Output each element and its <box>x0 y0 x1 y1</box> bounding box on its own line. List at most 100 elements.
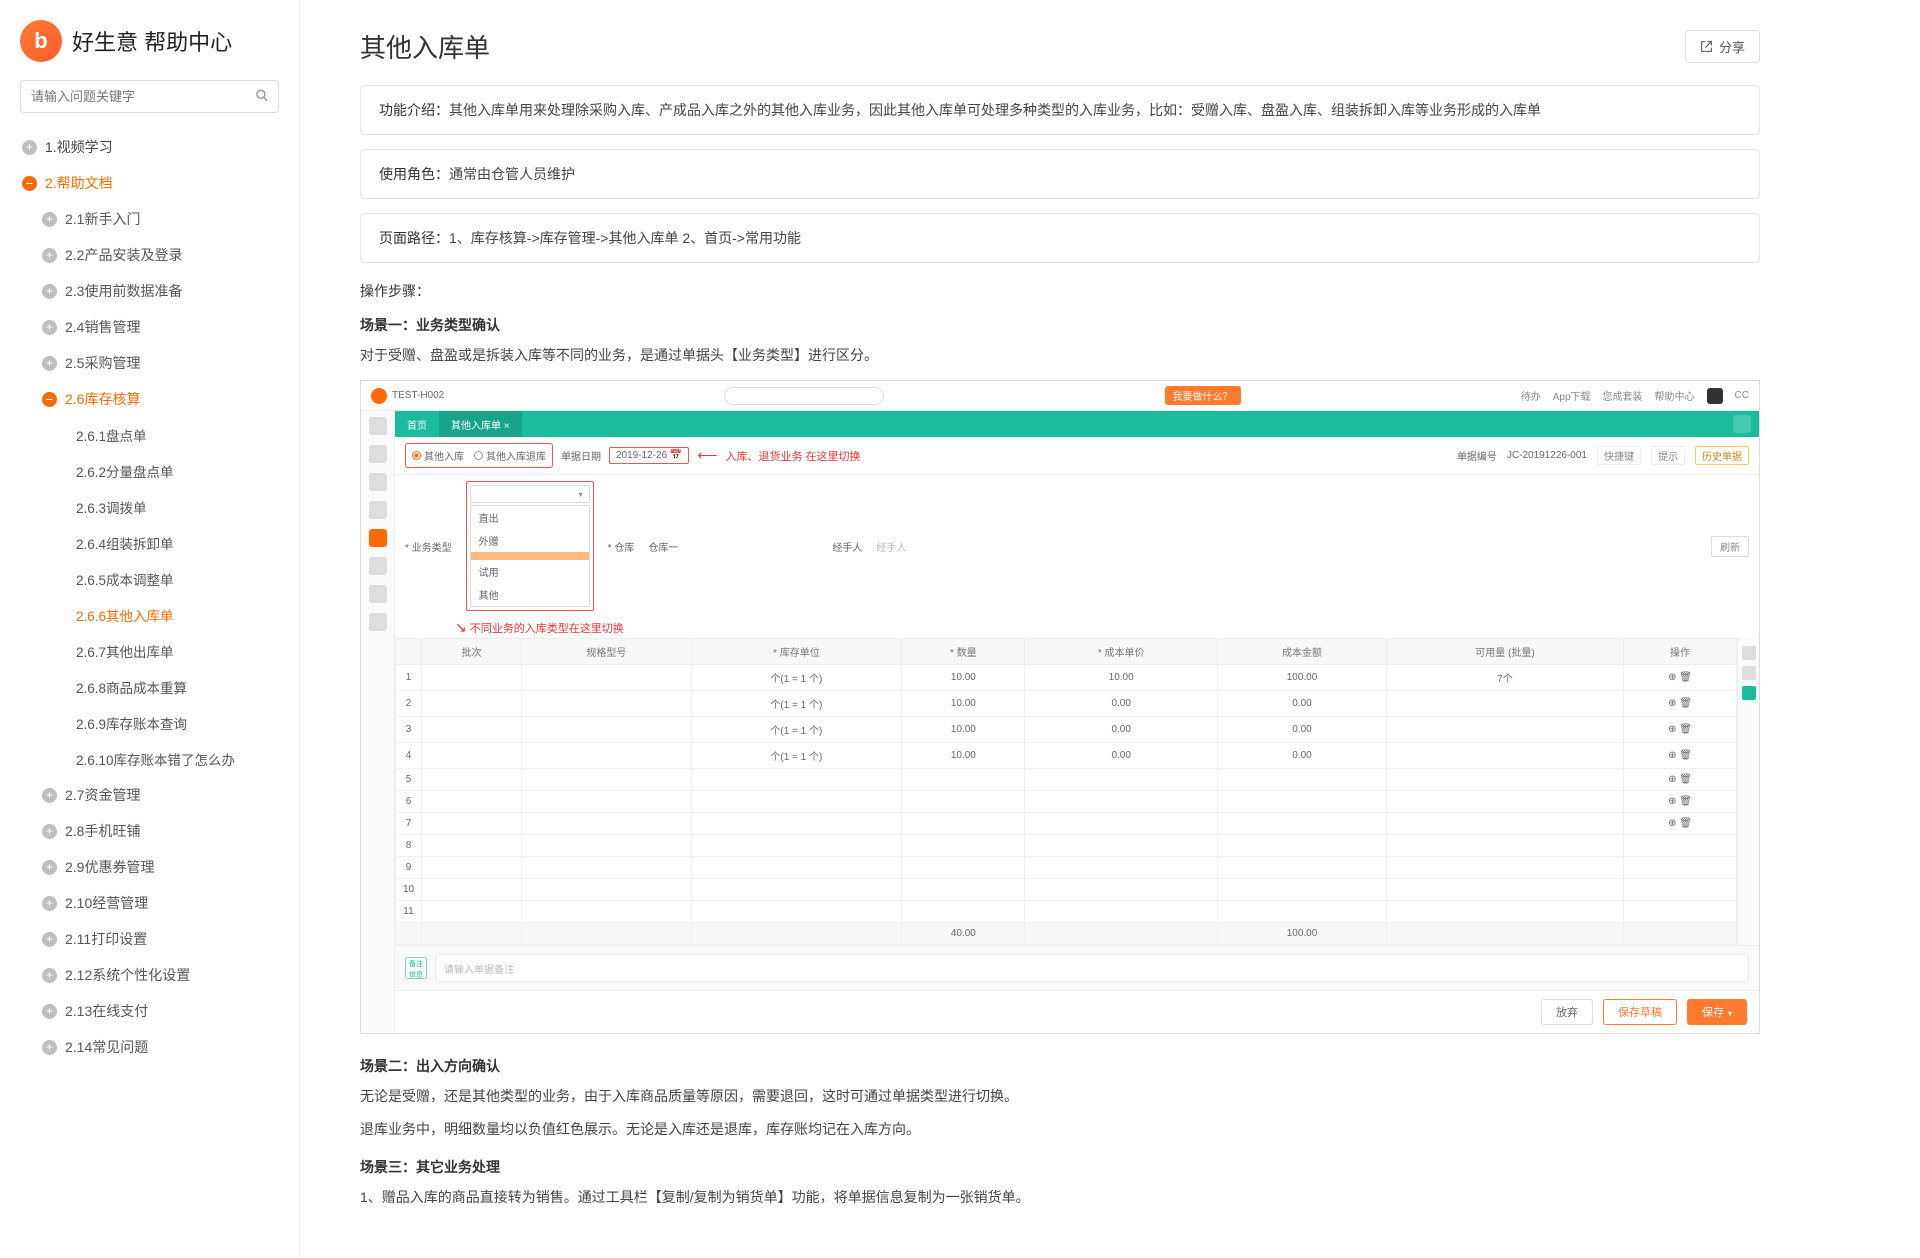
nav-2-9[interactable]: 2.9优惠券管理 <box>20 849 279 885</box>
table-row[interactable]: 9 <box>396 857 1737 879</box>
mock-brand: TEST-H002 <box>371 388 444 404</box>
table-row[interactable]: 10 <box>396 879 1737 901</box>
search-icon[interactable] <box>255 88 269 105</box>
nav-2-12[interactable]: 2.12系统个性化设置 <box>20 957 279 993</box>
page-title: 其他入库单 <box>360 28 490 65</box>
mock-chip-tip[interactable]: 提示 <box>1651 446 1685 465</box>
share-icon <box>1700 40 1713 53</box>
nav-video-learning[interactable]: 1.视频学习 <box>20 129 279 165</box>
scene3-title: 场景三：其它业务处理 <box>360 1157 1760 1177</box>
share-button[interactable]: 分享 <box>1685 30 1760 63</box>
rail-icon[interactable] <box>369 613 387 631</box>
nav-2-6-8[interactable]: 2.6.8商品成本重算 <box>20 669 279 705</box>
mock-tab-home[interactable]: 首页 <box>395 411 439 437</box>
search-input[interactable] <box>20 80 279 113</box>
nav-2-11[interactable]: 2.11打印设置 <box>20 921 279 957</box>
nav-2-6-7[interactable]: 2.6.7其他出库单 <box>20 633 279 669</box>
mock-right-strip <box>1737 638 1759 945</box>
strip-icon[interactable] <box>1742 686 1756 700</box>
mock-refresh-button[interactable]: 刷新 <box>1711 536 1749 557</box>
nav-2-6-6[interactable]: 2.6.6其他入库单 <box>20 597 279 633</box>
role-box: 使用角色：通常由仓管人员维护 <box>360 149 1760 199</box>
nav-2-5[interactable]: 2.5采购管理 <box>20 345 279 381</box>
dots-icon[interactable] <box>1733 415 1751 433</box>
table-row[interactable]: 3个(1 = 1 个)10.000.000.00⊕ 🗑 <box>396 717 1737 743</box>
nav-help-docs[interactable]: 2.帮助文档 <box>20 165 279 201</box>
dd-item-selected[interactable] <box>471 552 589 560</box>
avatar-icon[interactable] <box>1707 388 1723 404</box>
nav-2-14[interactable]: 2.14常见问题 <box>20 1029 279 1065</box>
scene2-title: 场景二：出入方向确认 <box>360 1056 1760 1076</box>
table-row[interactable]: 4个(1 = 1 个)10.000.000.00⊕ 🗑 <box>396 743 1737 769</box>
mock-help-link[interactable]: 帮助中心 <box>1655 388 1695 403</box>
mock-person-label: 经手人 <box>832 539 862 554</box>
mock-note-input[interactable]: 请输入单据备注 <box>435 954 1749 982</box>
mock-chip-history[interactable]: 历史单据 <box>1695 446 1749 465</box>
mock-suite-link[interactable]: 您成套装 <box>1603 388 1643 403</box>
nav-2-2[interactable]: 2.2产品安装及登录 <box>20 237 279 273</box>
strip-icon[interactable] <box>1742 666 1756 680</box>
rail-icon[interactable] <box>369 473 387 491</box>
strip-icon[interactable] <box>1742 646 1756 660</box>
nav-2-6-1[interactable]: 2.6.1盘点单 <box>20 417 279 453</box>
rail-icon[interactable] <box>369 501 387 519</box>
mock-search-input[interactable] <box>724 387 884 405</box>
table-row[interactable]: 11 <box>396 901 1737 923</box>
mock-tab-other-in[interactable]: 其他入库单 × <box>439 411 522 437</box>
dd-item[interactable]: 其他 <box>471 583 589 606</box>
annot-biztype: ↘ 不同业务的入库类型在这里切换 <box>395 615 1759 638</box>
dd-item[interactable]: 外赠 <box>471 529 589 552</box>
nav-2-6-5[interactable]: 2.6.5成本调整单 <box>20 561 279 597</box>
note-icon: 备注信息 <box>405 957 427 979</box>
dd-item[interactable]: 直出 <box>471 506 589 529</box>
mock-warehouse-value[interactable]: 仓库一 <box>648 539 678 554</box>
nav-2-4[interactable]: 2.4销售管理 <box>20 309 279 345</box>
table-row[interactable]: 1个(1 = 1 个)10.0010.00100.007个⊕ 🗑 <box>396 665 1737 691</box>
red-arrow-icon: ⟵ <box>697 447 717 464</box>
plus-icon <box>42 788 57 803</box>
nav-2-8[interactable]: 2.8手机旺铺 <box>20 813 279 849</box>
nav-2-10[interactable]: 2.10经营管理 <box>20 885 279 921</box>
mock-content: 首页 其他入库单 × 其他入库 其他入库退库 单据日期 2019-12-26 📅… <box>395 411 1759 1033</box>
nav-2-6-10[interactable]: 2.6.10库存账本错了怎么办 <box>20 741 279 777</box>
mock-save-draft-button[interactable]: 保存草稿 <box>1603 999 1677 1025</box>
table-row[interactable]: 8 <box>396 835 1737 857</box>
rail-icon[interactable] <box>369 557 387 575</box>
nav-2-6[interactable]: 2.6库存核算 <box>20 381 279 417</box>
nav-2-6-3[interactable]: 2.6.3调拨单 <box>20 489 279 525</box>
rail-icon-active[interactable] <box>369 529 387 547</box>
logo-badge-icon: b <box>20 20 62 62</box>
mock-save-button[interactable]: 保存▾ <box>1687 999 1747 1025</box>
mock-biztype-select[interactable]: ▾ <box>470 485 590 503</box>
mock-radio-in[interactable]: 其他入库 <box>412 448 464 463</box>
table-row[interactable]: 2个(1 = 1 个)10.000.000.00⊕ 🗑 <box>396 691 1737 717</box>
dd-item[interactable]: 试用 <box>471 560 589 583</box>
nav-2-3[interactable]: 2.3使用前数据准备 <box>20 273 279 309</box>
table-row[interactable]: 6⊕ 🗑 <box>396 791 1737 813</box>
mock-person-field[interactable]: 经手人 <box>876 539 906 554</box>
radio-dot-icon <box>474 451 483 460</box>
nav-2-6-4[interactable]: 2.6.4组装拆卸单 <box>20 525 279 561</box>
rail-icon[interactable] <box>369 417 387 435</box>
nav-2-6-2[interactable]: 2.6.2分量盘点单 <box>20 453 279 489</box>
mock-doc-label: 单据编号 <box>1457 448 1497 463</box>
mock-app-download-link[interactable]: App下载 <box>1553 388 1591 403</box>
scene2-text2: 退库业务中，明细数量均以负值红色展示。无论是入库还是退库，库存账均记在入库方向。 <box>360 1117 1760 1142</box>
nav-2-6-9[interactable]: 2.6.9库存账本查询 <box>20 705 279 741</box>
mock-what-button[interactable]: 我要做什么？ <box>1165 386 1241 405</box>
nav-2-13[interactable]: 2.13在线支付 <box>20 993 279 1029</box>
table-row[interactable]: 5⊕ 🗑 <box>396 769 1737 791</box>
mock-top-links: 待办 App下载 您成套装 帮助中心 CC <box>1521 388 1749 404</box>
mock-date-field[interactable]: 2019-12-26 📅 <box>609 447 689 464</box>
table-row[interactable]: 7⊕ 🗑 <box>396 813 1737 835</box>
nav-2-7[interactable]: 2.7资金管理 <box>20 777 279 813</box>
mock-todo-link[interactable]: 待办 <box>1521 388 1541 403</box>
mock-chip-shortcut[interactable]: 快捷键 <box>1597 446 1641 465</box>
mock-cancel-button[interactable]: 放弃 <box>1541 999 1593 1025</box>
plus-icon <box>42 860 57 875</box>
mock-radio-return[interactable]: 其他入库退库 <box>474 448 546 463</box>
brand-badge-icon <box>371 388 387 404</box>
nav-2-1[interactable]: 2.1新手入门 <box>20 201 279 237</box>
rail-icon[interactable] <box>369 585 387 603</box>
rail-icon[interactable] <box>369 445 387 463</box>
